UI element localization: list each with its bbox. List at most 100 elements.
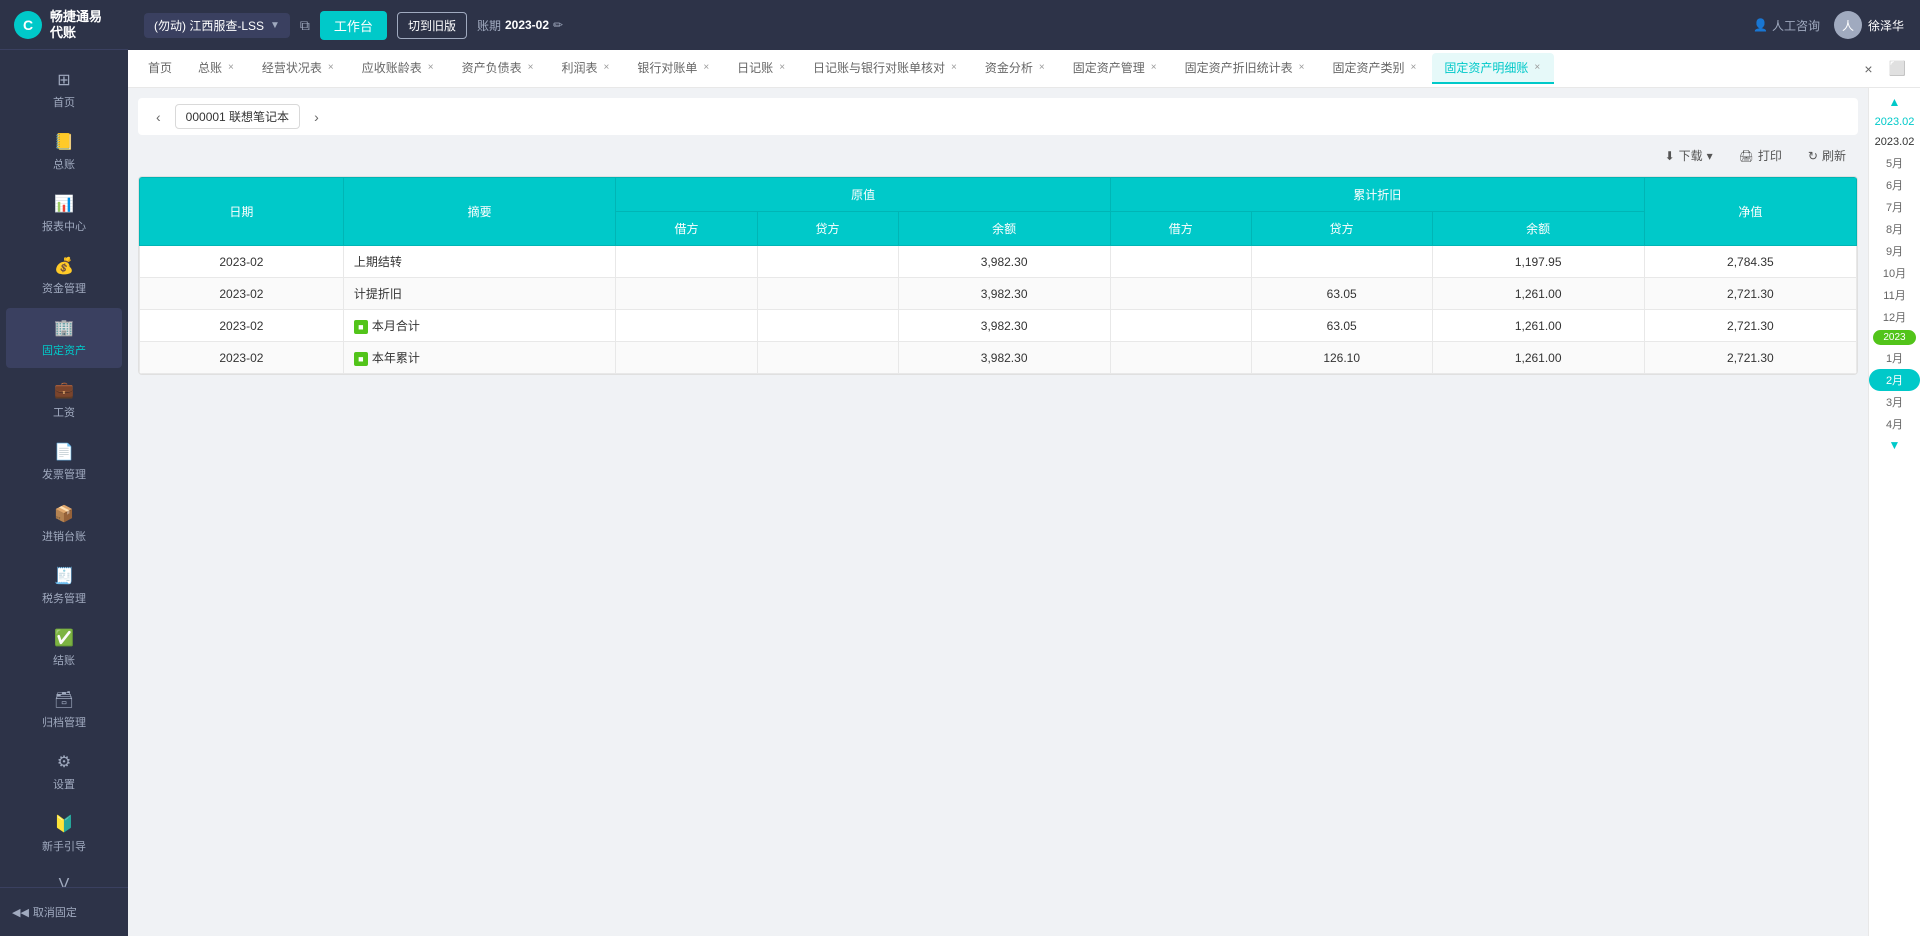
breadcrumb-item[interactable]: 000001 联想笔记本 <box>175 104 300 129</box>
download-button[interactable]: ⬇ 下载 ▾ <box>1657 143 1721 168</box>
tab-close-icon[interactable]: × <box>601 61 611 74</box>
sidebar-item-vip[interactable]: V 畅会员 <box>6 866 122 887</box>
download-icon: ⬇ <box>1665 149 1675 163</box>
switch-version-button[interactable]: 切到旧版 <box>397 12 467 39</box>
sidebar-item-archive[interactable]: 🗃 归档管理 <box>6 680 122 740</box>
cell-desc: ■本年累计 <box>343 342 616 374</box>
closing-icon: ✅ <box>54 628 74 648</box>
sidebar-item-tax[interactable]: 🧾 税务管理 <box>6 556 122 616</box>
sidebar-item-reports[interactable]: 📊 报表中心 <box>6 184 122 244</box>
tab-close-icon[interactable]: × <box>1149 61 1159 74</box>
home-icon: ⊞ <box>57 70 70 90</box>
cell-net-value: 2,784.35 <box>1644 246 1856 278</box>
breadcrumb-forward-icon[interactable]: › <box>308 105 325 129</box>
tab-close-icon[interactable]: × <box>949 61 959 74</box>
sidebar-item-settings[interactable]: ⚙ 设置 <box>6 742 122 802</box>
cell-orig-debit <box>616 310 757 342</box>
tab-label: 银行对账单 <box>637 59 697 76</box>
cell-desc: 计提折旧 <box>343 278 616 310</box>
workbench-button[interactable]: 工作台 <box>320 11 387 40</box>
tab-expand-icon[interactable]: ⬜ <box>1883 56 1912 81</box>
cell-date: 2023-02 <box>140 278 344 310</box>
sidebar-item-home[interactable]: ⊞ 首页 <box>6 60 122 120</box>
chevron-down-icon: ▾ <box>1707 149 1713 163</box>
tab-close-icon[interactable]: × <box>226 61 236 74</box>
copy-icon[interactable]: ⧉ <box>300 17 310 34</box>
tab-close-icon[interactable]: × <box>426 61 436 74</box>
tab-home[interactable]: 首页 <box>136 53 184 84</box>
sidebar-item-sales[interactable]: 📦 进销台账 <box>6 494 122 554</box>
company-selector[interactable]: (勿动) 江西服查-LSS ▼ <box>144 13 290 38</box>
date-nav-month-7[interactable]: 7月 <box>1869 196 1920 218</box>
date-nav-month-5[interactable]: 5月 <box>1869 152 1920 174</box>
sidebar-item-invoice[interactable]: 📄 发票管理 <box>6 432 122 492</box>
date-nav-year-2023-1[interactable]: 2023.02 <box>1873 112 1917 132</box>
tab-fa-depreciation[interactable]: 固定资产折旧统计表 × <box>1173 53 1319 84</box>
cell-date: 2023-02 <box>140 342 344 374</box>
tab-label: 固定资产折旧统计表 <box>1185 59 1293 76</box>
tab-close-icon[interactable]: × <box>1532 61 1542 74</box>
sidebar-item-fixed-assets[interactable]: 🏢 固定资产 <box>6 308 122 368</box>
tab-close-icon[interactable]: × <box>701 61 711 74</box>
cell-orig-balance: 3,982.30 <box>898 278 1110 310</box>
guide-icon: 🔰 <box>54 814 74 834</box>
tab-close-icon[interactable]: × <box>326 61 336 74</box>
tab-profit[interactable]: 利润表 × <box>549 53 623 84</box>
ledger-icon: 📒 <box>54 132 74 152</box>
tab-journal[interactable]: 日记账 × <box>725 53 799 84</box>
tab-operations[interactable]: 经营状况表 × <box>250 53 348 84</box>
tab-bank[interactable]: 银行对账单 × <box>625 53 723 84</box>
tab-fa-category[interactable]: 固定资产类别 × <box>1320 53 1430 84</box>
date-nav-month-9[interactable]: 9月 <box>1869 240 1920 262</box>
tab-close-icon[interactable]: × <box>777 61 787 74</box>
refresh-button[interactable]: ↻ 刷新 <box>1800 143 1854 168</box>
nav-down-button[interactable]: ▼ <box>1886 435 1904 455</box>
cell-accum-credit: 63.05 <box>1251 278 1432 310</box>
cell-accum-debit <box>1110 246 1251 278</box>
tab-label: 首页 <box>148 59 172 76</box>
consult-button[interactable]: 👤 人工咨询 <box>1753 17 1820 34</box>
period-edit-icon[interactable]: ✏ <box>553 18 563 32</box>
print-button[interactable]: 🖨 打印 <box>1731 143 1790 168</box>
date-nav-month-11[interactable]: 11月 <box>1869 284 1920 306</box>
date-nav-month-6[interactable]: 6月 <box>1869 174 1920 196</box>
cell-accum-balance: 1,197.95 <box>1432 246 1644 278</box>
avatar-area[interactable]: 人 徐泽华 <box>1834 11 1904 39</box>
date-nav-month-4[interactable]: 4月 <box>1869 413 1920 435</box>
sidebar-item-ledger[interactable]: 📒 总账 <box>6 122 122 182</box>
date-nav-month-8[interactable]: 8月 <box>1869 218 1920 240</box>
tab-close-all-icon[interactable]: × <box>1858 57 1878 81</box>
fixed-assets-icon: 🏢 <box>54 318 74 338</box>
breadcrumb-back-icon[interactable]: ‹ <box>150 105 167 129</box>
date-nav-month-2[interactable]: 2月 <box>1869 369 1920 391</box>
sales-icon: 📦 <box>54 504 74 524</box>
date-nav-year-2023-2[interactable]: 2023.02 <box>1873 132 1917 152</box>
tab-bank-reconcile[interactable]: 日记账与银行对账单核对 × <box>801 53 971 84</box>
invoice-icon: 📄 <box>54 442 74 462</box>
cell-accum-credit <box>1251 246 1432 278</box>
tab-balance[interactable]: 资产负债表 × <box>450 53 548 84</box>
date-nav-month-3[interactable]: 3月 <box>1869 391 1920 413</box>
tab-close-icon[interactable]: × <box>1297 61 1307 74</box>
tab-fund-analysis[interactable]: 资金分析 × <box>973 53 1059 84</box>
reports-icon: 📊 <box>54 194 74 214</box>
sidebar-item-funds[interactable]: 💰 资金管理 <box>6 246 122 306</box>
tab-close-icon[interactable]: × <box>1037 61 1047 74</box>
nav-up-button[interactable]: ▲ <box>1886 92 1904 112</box>
cell-orig-debit <box>616 246 757 278</box>
tab-close-icon[interactable]: × <box>526 61 536 74</box>
date-nav-month-1[interactable]: 1月 <box>1869 347 1920 369</box>
pin-toggle[interactable]: ◀◀ 取消固定 <box>6 898 122 926</box>
sidebar-item-closing[interactable]: ✅ 结账 <box>6 618 122 678</box>
sidebar-item-payroll[interactable]: 💼 工资 <box>6 370 122 430</box>
tab-close-icon[interactable]: × <box>1408 61 1418 74</box>
tab-ledger[interactable]: 总账 × <box>186 53 248 84</box>
tab-fa-mgmt[interactable]: 固定资产管理 × <box>1061 53 1171 84</box>
tab-receivables[interactable]: 应收账龄表 × <box>350 53 448 84</box>
sidebar-item-guide[interactable]: 🔰 新手引导 <box>6 804 122 864</box>
date-nav-month-10[interactable]: 10月 <box>1869 262 1920 284</box>
cell-net-value: 2,721.30 <box>1644 310 1856 342</box>
page-content: ‹ 000001 联想笔记本 › ⬇ 下载 ▾ 🖨 打印 <box>128 88 1868 936</box>
tab-fa-detail[interactable]: 固定资产明细账 × <box>1432 53 1554 84</box>
date-nav-month-12[interactable]: 12月 <box>1869 306 1920 328</box>
